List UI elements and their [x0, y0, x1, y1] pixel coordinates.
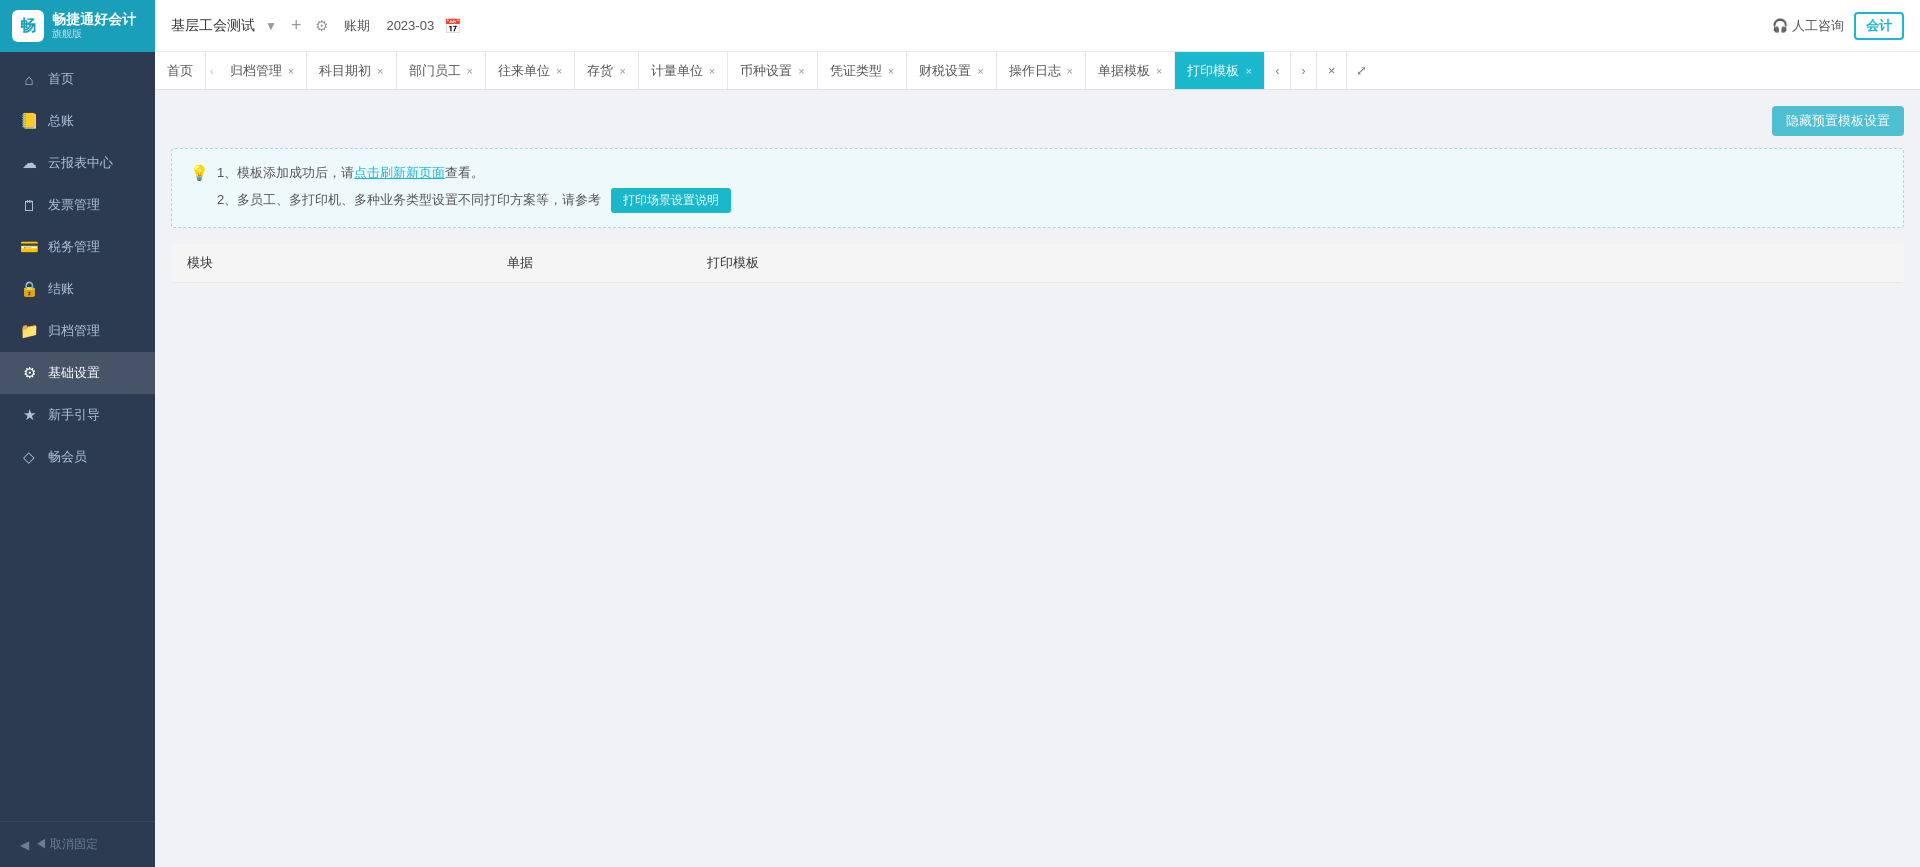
tab-oplog[interactable]: 操作日志 ×: [997, 52, 1086, 90]
member-icon: ◇: [20, 448, 38, 466]
tab-subject[interactable]: 科目期初 ×: [307, 52, 396, 90]
content-area: 隐藏预置模板设置 💡 1、模板添加成功后，请点击刷新新页面查看。 💡 2、多员工…: [155, 90, 1920, 867]
tab-close-icon[interactable]: ×: [556, 65, 562, 77]
sidebar-item-label: 畅会员: [48, 448, 87, 466]
company-dropdown-icon[interactable]: ▼: [265, 19, 277, 33]
tab-expand-button[interactable]: ⤢: [1347, 52, 1377, 90]
cloud-icon: ☁: [20, 154, 38, 172]
topbar: 基层工会测试 ▼ + ⚙ 账期 2023-03 📅 🎧 人工咨询 会计: [155, 0, 1920, 52]
sidebar-item-label: 税务管理: [48, 238, 100, 256]
period-value: 2023-03: [386, 18, 434, 33]
tab-home[interactable]: 首页: [155, 52, 206, 90]
tab-close-icon[interactable]: ×: [1156, 65, 1162, 77]
home-icon: ⌂: [20, 71, 38, 88]
sidebar-item-reports[interactable]: ☁ 云报表中心: [0, 142, 155, 184]
sidebar-item-label: 云报表中心: [48, 154, 113, 172]
info-box: 💡 1、模板添加成功后，请点击刷新新页面查看。 💡 2、多员工、多打印机、多种业…: [171, 148, 1904, 228]
refresh-page-link[interactable]: 点击刷新新页面: [354, 165, 445, 180]
tab-close-icon[interactable]: ×: [1245, 65, 1251, 77]
sidebar: 畅 畅捷通好会计 旗舰版 ⌂ 首页 📒 总账 ☁ 云报表中心 🗒 发票管理 💳 …: [0, 0, 155, 867]
sidebar-item-tax[interactable]: 💳 税务管理: [0, 226, 155, 268]
sidebar-item-label: 结账: [48, 280, 74, 298]
tab-supplier[interactable]: 往来单位 ×: [486, 52, 575, 90]
logo-subtitle: 旗舰版: [52, 27, 136, 41]
topbar-right: 🎧 人工咨询 会计: [1772, 12, 1904, 40]
headset-icon: 🎧: [1772, 18, 1788, 33]
sidebar-item-label: 首页: [48, 70, 74, 88]
info-line2-prefix: 2、多员工、多打印机、多种业务类型设置不同打印方案等，请参考: [217, 192, 601, 207]
sidebar-unpin[interactable]: ◀ ◀ 取消固定: [0, 821, 155, 867]
sidebar-item-label: 发票管理: [48, 196, 100, 214]
ledger-icon: 📒: [20, 112, 38, 130]
sidebar-item-archive[interactable]: 📁 归档管理: [0, 310, 155, 352]
settings-icon: ⚙: [20, 364, 38, 382]
tab-currency[interactable]: 币种设置 ×: [728, 52, 817, 90]
sidebar-item-label: 归档管理: [48, 322, 100, 340]
tab-close-icon[interactable]: ×: [377, 65, 383, 77]
tab-inventory[interactable]: 存货 ×: [575, 52, 638, 90]
tab-receipt[interactable]: 单据模板 ×: [1086, 52, 1175, 90]
company-name: 基层工会测试: [171, 17, 255, 35]
period-label: 账期: [344, 17, 370, 35]
accountant-button[interactable]: 会计: [1854, 12, 1904, 40]
col-single: 单据: [491, 244, 691, 282]
tab-next-button[interactable]: ›: [1291, 52, 1317, 90]
calendar-icon[interactable]: 📅: [444, 18, 461, 34]
tab-close-icon[interactable]: ×: [467, 65, 473, 77]
archive-icon: 📁: [20, 322, 38, 340]
invoice-icon: 🗒: [20, 197, 38, 214]
sidebar-logo: 畅 畅捷通好会计 旗舰版: [0, 0, 155, 52]
sidebar-item-member[interactable]: ◇ 畅会员: [0, 436, 155, 478]
sidebar-item-home[interactable]: ⌂ 首页: [0, 58, 155, 100]
unpin-icon: ◀: [20, 838, 29, 852]
tab-unit[interactable]: 计量单位 ×: [639, 52, 728, 90]
tab-archive[interactable]: 归档管理 ×: [218, 52, 307, 90]
tab-finance[interactable]: 财税设置 ×: [907, 52, 996, 90]
hide-preview-button[interactable]: 隐藏预置模板设置: [1772, 106, 1904, 136]
sidebar-item-invoice[interactable]: 🗒 发票管理: [0, 184, 155, 226]
close-account-icon: 🔒: [20, 280, 38, 298]
add-company-button[interactable]: +: [287, 15, 306, 36]
logo-icon: 畅: [12, 10, 44, 42]
sidebar-item-ledger[interactable]: 📒 总账: [0, 100, 155, 142]
print-scene-help-button[interactable]: 打印场景设置说明: [611, 188, 731, 213]
tab-breadcrumb-sep: ‹: [206, 65, 218, 77]
lightbulb-icon: 💡: [190, 164, 209, 182]
company-settings-icon[interactable]: ⚙: [315, 17, 328, 35]
tab-close-icon[interactable]: ×: [619, 65, 625, 77]
tab-close-all-button[interactable]: ×: [1317, 52, 1347, 90]
tab-voucher[interactable]: 凭证类型 ×: [818, 52, 907, 90]
col-module: 模块: [171, 244, 491, 282]
print-template-table: 模块 单据 打印模板: [171, 244, 1904, 283]
tab-close-icon[interactable]: ×: [288, 65, 294, 77]
info-line1-suffix: 查看。: [445, 165, 484, 180]
sidebar-item-close[interactable]: 🔒 结账: [0, 268, 155, 310]
tab-close-icon[interactable]: ×: [709, 65, 715, 77]
content-actions: 隐藏预置模板设置: [171, 106, 1904, 136]
main-area: 基层工会测试 ▼ + ⚙ 账期 2023-03 📅 🎧 人工咨询 会计 首页 ‹…: [155, 0, 1920, 867]
col-template: 打印模板: [691, 244, 1904, 282]
tab-close-icon[interactable]: ×: [1067, 65, 1073, 77]
sidebar-item-label: 基础设置: [48, 364, 100, 382]
tab-close-icon[interactable]: ×: [888, 65, 894, 77]
sidebar-item-settings[interactable]: ⚙ 基础设置: [0, 352, 155, 394]
logo-title: 畅捷通好会计: [52, 11, 136, 28]
info-line1-prefix: 1、模板添加成功后，请: [217, 165, 354, 180]
tax-icon: 💳: [20, 238, 38, 256]
info-row-2: 💡 2、多员工、多打印机、多种业务类型设置不同打印方案等，请参考 打印场景设置说…: [190, 188, 1885, 213]
tab-close-icon[interactable]: ×: [977, 65, 983, 77]
tab-print[interactable]: 打印模板 ×: [1175, 52, 1264, 90]
tab-prev-button[interactable]: ‹: [1265, 52, 1291, 90]
guide-icon: ★: [20, 406, 38, 424]
tabbar: 首页 ‹ 归档管理 × 科目期初 × 部门员工 × 往来单位 × 存货 × 计量…: [155, 52, 1920, 90]
table-header: 模块 单据 打印模板: [171, 244, 1904, 283]
sidebar-item-label: 总账: [48, 112, 74, 130]
sidebar-item-guide[interactable]: ★ 新手引导: [0, 394, 155, 436]
info-row-1: 💡 1、模板添加成功后，请点击刷新新页面查看。: [190, 163, 1885, 184]
tab-close-icon[interactable]: ×: [798, 65, 804, 77]
customer-service-button[interactable]: 🎧 人工咨询: [1772, 17, 1844, 35]
sidebar-item-label: 新手引导: [48, 406, 100, 424]
tab-dept[interactable]: 部门员工 ×: [397, 52, 486, 90]
sidebar-nav: ⌂ 首页 📒 总账 ☁ 云报表中心 🗒 发票管理 💳 税务管理 🔒 结账 📁 归…: [0, 52, 155, 821]
